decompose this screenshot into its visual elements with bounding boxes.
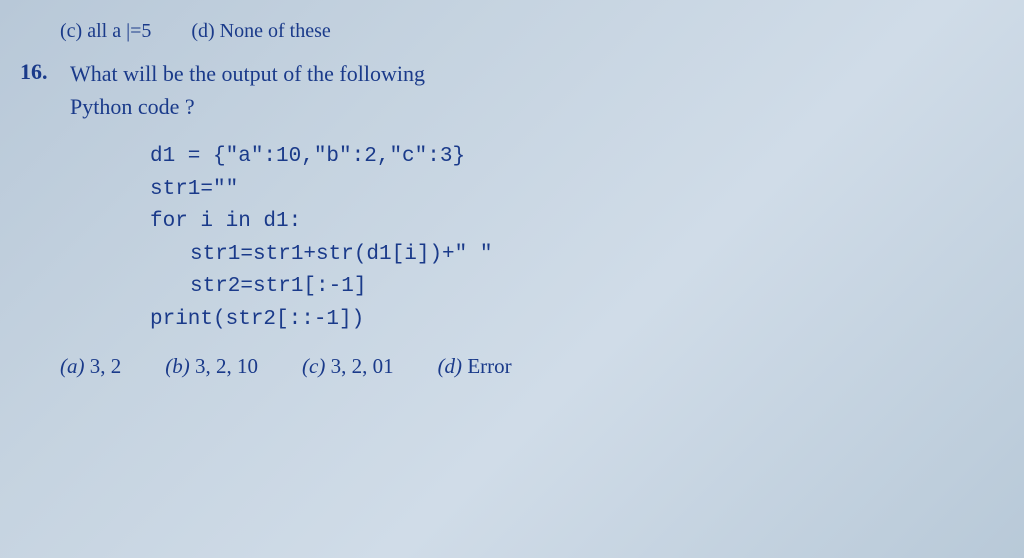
option-c: (c) 3, 2, 01 <box>302 354 394 379</box>
content-block: (c) all a |=5 (d) None of these 16. What… <box>20 10 1004 389</box>
prev-question-line: (c) all a |=5 (d) None of these <box>20 20 1004 43</box>
question-block: 16. What will be the output of the follo… <box>20 57 1004 123</box>
option-c-value: 3, 2, 01 <box>331 354 394 378</box>
option-b: (b) 3, 2, 10 <box>165 354 258 379</box>
option-a: (a) 3, 2 <box>60 354 121 379</box>
prev-part-c: (c) all a |=5 <box>60 20 151 43</box>
option-b-label: (b) <box>165 354 190 378</box>
code-line-6: print(str2[::-1]) <box>110 304 1004 337</box>
page: (c) all a |=5 (d) None of these 16. What… <box>0 0 1024 558</box>
code-line-3: for i in d1: <box>110 206 1004 239</box>
option-d-label: (d) <box>438 354 463 378</box>
question-text: What will be the output of the following… <box>70 57 1004 123</box>
code-line-1: d1 = {"a":10,"b":2,"c":3} <box>110 141 1004 174</box>
option-d: (d) Error <box>438 354 512 379</box>
option-d-value: Error <box>467 354 511 378</box>
code-block: d1 = {"a":10,"b":2,"c":3} str1="" for i … <box>20 141 1004 336</box>
option-c-label: (c) <box>302 354 325 378</box>
code-line-2: str1="" <box>110 174 1004 207</box>
question-line2: Python code ? <box>70 94 195 119</box>
question-number: 16. <box>20 57 70 123</box>
question-line1: What will be the output of the following <box>70 61 425 86</box>
prev-part-d: (d) None of these <box>191 20 330 43</box>
code-line-4: str1=str1+str(d1[i])+" " <box>110 239 1004 272</box>
option-a-value: 3, 2 <box>90 354 122 378</box>
option-a-label: (a) <box>60 354 85 378</box>
option-b-value: 3, 2, 10 <box>195 354 258 378</box>
options-line: (a) 3, 2 (b) 3, 2, 10 (c) 3, 2, 01 (d) E… <box>20 354 1004 379</box>
code-line-5: str2=str1[:-1] <box>110 271 1004 304</box>
